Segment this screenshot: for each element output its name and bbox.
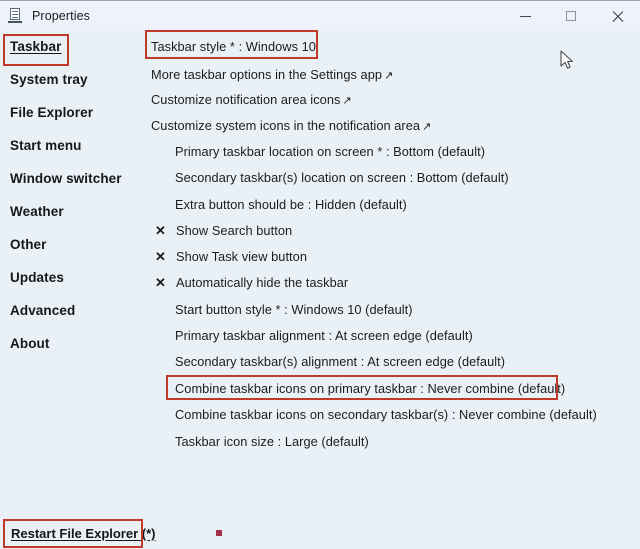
option-label: Extra button should be : Hidden (default… [175,197,407,212]
main-content: Taskbar style * : Windows 10 More taskbar… [0,31,640,549]
option-label: Secondary taskbar(s) alignment : At scre… [175,354,506,369]
minimize-icon [519,15,531,17]
option-label: Start button style * : Windows 10 (defau… [175,302,413,317]
x-mark-icon[interactable]: ✕ [155,275,166,291]
option-row[interactable]: Secondary taskbar(s) alignment : At scre… [175,354,505,369]
option-row[interactable]: Taskbar icon size : Large (default) [175,434,369,449]
option-row[interactable]: Taskbar style * : Windows 10 [151,39,316,54]
option-label: Secondary taskbar(s) location on screen … [175,170,509,185]
properties-window: Properties Taskbar System tray File Explor… [0,0,640,549]
option-label: Combine taskbar icons on primary taskbar… [175,381,566,396]
x-mark-icon[interactable]: ✕ [155,249,166,265]
window-controls [502,1,640,31]
maximize-button[interactable] [548,1,594,31]
option-label: Combine taskbar icons on secondary taskb… [175,407,597,422]
external-link-icon: ↗ [422,121,432,133]
option-label: Taskbar icon size : Large (default) [175,434,369,449]
external-link-icon: ↗ [342,95,352,107]
close-button[interactable] [594,1,640,31]
option-row[interactable]: Combine taskbar icons on primary taskbar… [175,381,565,396]
option-label: Primary taskbar alignment : At screen ed… [175,328,473,343]
option-label: Customize system icons in the notificati… [151,118,421,133]
option-label: More taskbar options in the Settings app [151,67,383,82]
option-label: Primary taskbar location on screen * : B… [175,144,486,159]
restart-file-explorer-link[interactable]: Restart File Explorer (*) [11,526,156,541]
properties-app-icon [8,8,24,24]
option-row[interactable]: Show Task view button [176,249,307,264]
close-icon [611,10,624,23]
option-row[interactable]: Secondary taskbar(s) location on screen … [175,170,509,185]
option-row[interactable]: Show Search button [176,223,292,238]
option-row[interactable]: More taskbar options in the Settings app… [151,67,393,82]
option-row[interactable]: Extra button should be : Hidden (default… [175,197,407,212]
option-row[interactable]: Combine taskbar icons on secondary taskb… [175,407,597,422]
maximize-icon [566,11,576,21]
x-mark-icon[interactable]: ✕ [155,223,166,239]
option-row[interactable]: Customize notification area icons ↗ [151,92,352,107]
option-label: Show Task view button [176,249,307,264]
option-row[interactable]: Start button style * : Windows 10 (defau… [175,302,413,317]
external-link-icon: ↗ [384,70,394,82]
title-bar[interactable]: Properties [0,1,640,31]
option-row[interactable]: Customize system icons in the notificati… [151,118,431,133]
option-label: Taskbar style * : Windows 10 [151,39,316,54]
option-row[interactable]: Primary taskbar alignment : At screen ed… [175,328,473,343]
option-label: Automatically hide the taskbar [176,275,349,290]
option-row[interactable]: Automatically hide the taskbar [176,275,348,290]
option-label: Customize notification area icons [151,92,341,107]
option-label: Show Search button [176,223,293,238]
window-title: Properties [32,9,90,23]
option-row[interactable]: Primary taskbar location on screen * : B… [175,144,485,159]
minimize-button[interactable] [502,1,548,31]
